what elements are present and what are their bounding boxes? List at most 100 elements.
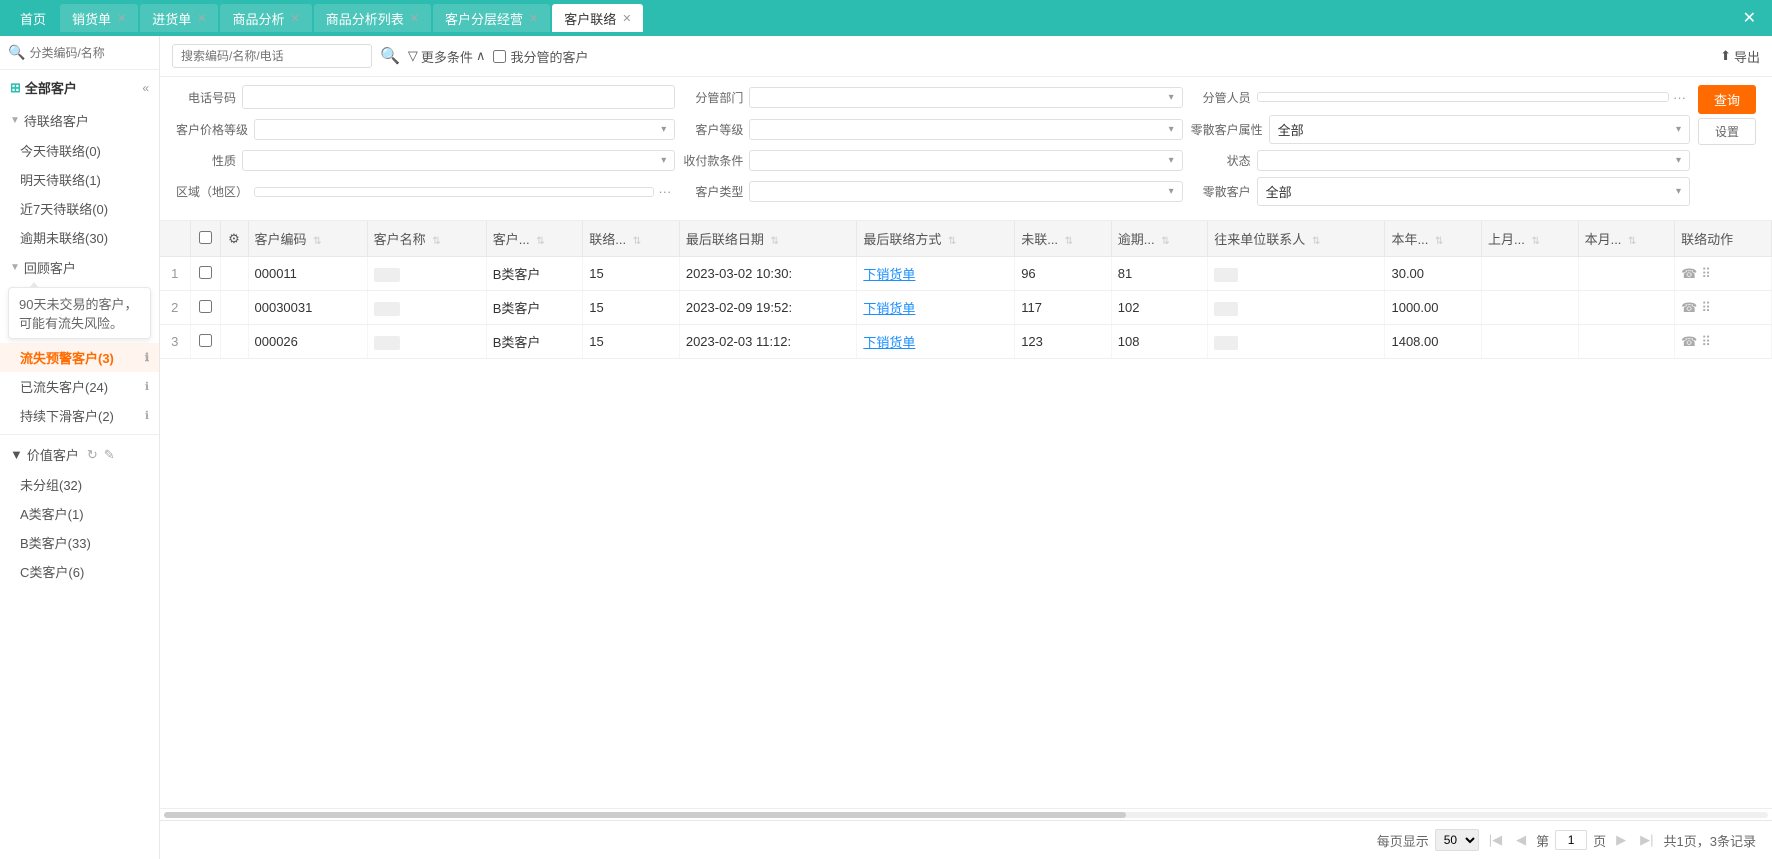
sidebar-item-overdue-pending[interactable]: 逾期未联络(30) [0,223,159,252]
contact-method-link[interactable]: 下销货单 [863,301,915,316]
tab-sales[interactable]: 销货单 ✕ [60,4,138,32]
th-last-contact-method[interactable]: 最后联络方式 ⇅ [857,221,1015,257]
th-last-contact-date[interactable]: 最后联络日期 ⇅ [679,221,857,257]
tab-customer-segment[interactable]: 客户分层经营 ✕ [433,4,550,32]
page-input[interactable] [1555,830,1587,850]
window-close-icon[interactable]: ✕ [1735,8,1764,28]
current-year-sort-icon[interactable]: ⇅ [1435,236,1443,247]
filter-more-conditions-button[interactable]: ▽ 更多条件 ∧ [408,47,486,66]
action-phone-icon[interactable]: ☎ [1681,266,1697,282]
filter-manager-dots[interactable]: ··· [1669,90,1690,105]
code-sort-icon[interactable]: ⇅ [313,236,321,247]
value-refresh-icon[interactable]: ↻ [87,447,98,463]
table-settings-icon[interactable]: ⚙ [228,231,240,246]
filter-phone-input[interactable] [242,85,675,109]
filter-status-select[interactable]: ▾ [1257,150,1690,171]
tab-customer-contact-close[interactable]: ✕ [622,12,631,25]
horizontal-scrollbar[interactable] [160,808,1772,820]
cell-checkbox[interactable] [190,325,220,359]
sidebar-item-today-pending[interactable]: 今天待联络(0) [0,136,159,165]
th-code[interactable]: 客户编码 ⇅ [248,221,367,257]
th-settings[interactable]: ⚙ [220,221,248,257]
action-more-icon[interactable]: ⠿ [1701,334,1711,350]
tab-sales-close[interactable]: ✕ [117,12,126,25]
churn-warning-info-icon[interactable]: ℹ [145,351,149,364]
sidebar-item-lost-customers[interactable]: 已流失客户(24) ℹ [0,372,159,401]
sidebar-item-class-b[interactable]: B类客户(33) [0,528,159,557]
th-contact[interactable]: 联络... ⇅ [583,221,680,257]
per-page-select[interactable]: 50 [1435,829,1479,851]
sidebar-item-week-pending[interactable]: 近7天待联络(0) [0,194,159,223]
filter-region-select[interactable] [254,187,654,197]
name-sort-icon[interactable]: ⇅ [432,236,440,247]
th-checkbox[interactable] [190,221,220,257]
cell-checkbox[interactable] [190,257,220,291]
th-name[interactable]: 客户名称 ⇅ [367,221,486,257]
scrollbar-track[interactable] [164,812,1768,818]
row-checkbox[interactable] [199,266,212,279]
last-method-sort-icon[interactable]: ⇅ [948,236,956,247]
last-month-sort-icon[interactable]: ⇅ [1532,236,1540,247]
filter-payment-select[interactable]: ▾ [749,150,1182,171]
action-more-icon[interactable]: ⠿ [1701,266,1711,282]
row-checkbox[interactable] [199,334,212,347]
th-uncontacted[interactable]: 未联... ⇅ [1015,221,1112,257]
tab-analysis-list-close[interactable]: ✕ [410,12,419,25]
contact-method-link[interactable]: 下销货单 [863,267,915,282]
sidebar-search-input[interactable] [29,46,151,60]
tab-analysis[interactable]: 商品分析 ✕ [220,4,311,32]
uncontacted-sort-icon[interactable]: ⇅ [1065,236,1073,247]
cell-last-contact-method[interactable]: 下销货单 [857,325,1015,359]
declining-customers-info-icon[interactable]: ℹ [145,409,149,422]
my-customers-checkbox-input[interactable] [493,50,506,63]
th-type[interactable]: 客户... ⇅ [486,221,583,257]
sidebar-item-tomorrow-pending[interactable]: 明天待联络(1) [0,165,159,194]
scrollbar-thumb[interactable] [164,812,1126,818]
filter-search-input[interactable] [172,44,372,68]
filter-search-button[interactable]: 🔍 [380,46,400,66]
th-this-month[interactable]: 本月... ⇅ [1578,221,1675,257]
filter-level-select[interactable]: ▾ [749,119,1182,140]
th-partner-contact[interactable]: 往来单位联系人 ⇅ [1208,221,1385,257]
action-more-icon[interactable]: ⠿ [1701,300,1711,316]
select-all-checkbox[interactable] [199,231,212,244]
sidebar-item-declining-customers[interactable]: 持续下滑客户(2) ℹ [0,401,159,430]
pagination-first-button[interactable]: |◀ [1485,830,1506,850]
this-month-sort-icon[interactable]: ⇅ [1628,236,1636,247]
filter-region-dots[interactable]: ··· [654,184,675,199]
th-overdue[interactable]: 逾期... ⇅ [1111,221,1208,257]
tab-analysis-list[interactable]: 商品分析列表 ✕ [314,4,431,32]
filter-my-customers-checkbox[interactable]: 我分管的客户 [493,47,588,66]
pagination-last-button[interactable]: ▶| [1636,830,1657,850]
tab-purchase-close[interactable]: ✕ [197,12,206,25]
filter-manager-select[interactable] [1257,92,1669,102]
sidebar-item-class-c[interactable]: C类客户(6) [0,557,159,586]
row-checkbox[interactable] [199,300,212,313]
pagination-prev-button[interactable]: ◀ [1512,830,1530,850]
sidebar-group-churn-title[interactable]: ▼ 回顾客户 [0,252,159,283]
action-phone-icon[interactable]: ☎ [1681,334,1697,350]
sidebar-all-customers[interactable]: ⊞ 全部客户 « [0,70,159,105]
sidebar-item-churn-warning[interactable]: 流失预警客户(3) ℹ [0,343,159,372]
sidebar-group-pending-title[interactable]: ▼ 待联络客户 [0,105,159,136]
type-sort-icon[interactable]: ⇅ [536,236,544,247]
query-button[interactable]: 查询 [1698,85,1756,114]
lost-customers-info-icon[interactable]: ℹ [145,380,149,393]
tab-customer-contact[interactable]: 客户联络 ✕ [552,4,643,32]
sidebar-item-ungrouped[interactable]: 未分组(32) [0,470,159,499]
th-last-month[interactable]: 上月... ⇅ [1482,221,1579,257]
filter-dept-select[interactable]: ▾ [749,87,1182,108]
sidebar-collapse-icon[interactable]: « [142,81,149,95]
filter-retail-customer-select[interactable]: 全部 ▾ [1257,177,1690,206]
value-edit-icon[interactable]: ✎ [104,447,115,463]
cell-checkbox[interactable] [190,291,220,325]
tab-home[interactable]: 首页 [8,4,58,32]
tab-analysis-close[interactable]: ✕ [291,12,300,25]
settings-button[interactable]: 设置 [1698,118,1756,145]
cell-last-contact-method[interactable]: 下销货单 [857,291,1015,325]
tab-customer-segment-close[interactable]: ✕ [529,12,538,25]
filter-price-level-select[interactable]: ▾ [254,119,675,140]
partner-sort-icon[interactable]: ⇅ [1312,236,1320,247]
overdue-sort-icon[interactable]: ⇅ [1161,236,1169,247]
contact-sort-icon[interactable]: ⇅ [633,236,641,247]
